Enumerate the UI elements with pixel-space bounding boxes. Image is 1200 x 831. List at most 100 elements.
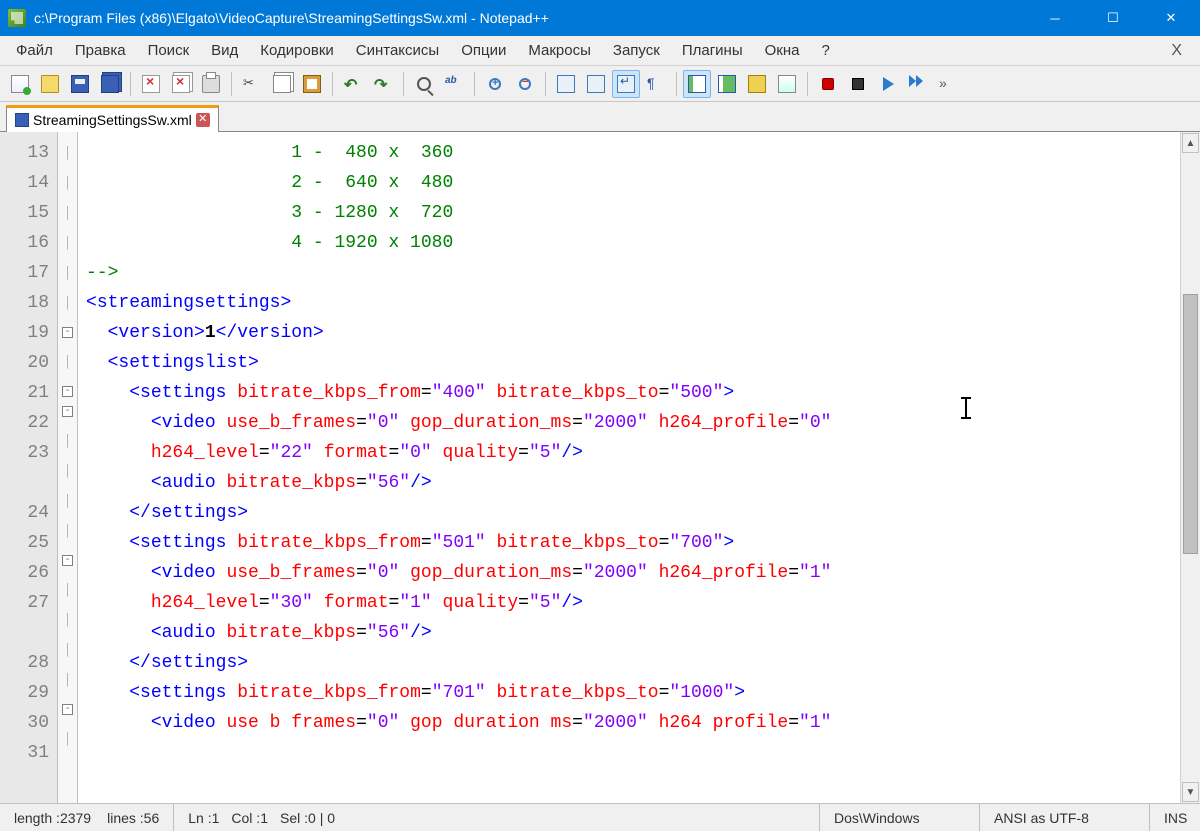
user-lang-button[interactable] <box>713 70 741 98</box>
save-all-button[interactable] <box>96 70 124 98</box>
sync-h-button[interactable] <box>582 70 610 98</box>
word-wrap-button[interactable] <box>612 70 640 98</box>
window-title: c:\Program Files (x86)\Elgato\VideoCaptu… <box>34 10 549 26</box>
code-line[interactable]: 3 - 1280 x 720 <box>86 198 1172 228</box>
code-line[interactable]: <version>1</version> <box>86 318 1172 348</box>
print-button[interactable] <box>197 70 225 98</box>
code-line[interactable]: </settings> <box>86 498 1172 528</box>
find-button[interactable] <box>410 70 438 98</box>
zoom-in-icon <box>489 78 501 90</box>
file-tab[interactable]: StreamingSettingsSw.xml ✕ <box>6 105 219 132</box>
minimize-button[interactable]: ─ <box>1026 0 1084 36</box>
record-macro-icon <box>822 78 834 90</box>
code-line[interactable]: <settings bitrate_kbps_from="400" bitrat… <box>86 378 1172 408</box>
run-macro-multi-button[interactable] <box>904 70 932 98</box>
close-file-button[interactable] <box>137 70 165 98</box>
menu-?[interactable]: ? <box>811 38 839 63</box>
doc-map-icon <box>778 75 796 93</box>
sync-v-icon <box>557 75 575 93</box>
toolbar-overflow-button[interactable]: » <box>934 70 962 98</box>
menu-поиск[interactable]: Поиск <box>138 38 200 63</box>
code-line[interactable]: <video use_b_frames="0" gop_duration_ms=… <box>86 558 1172 618</box>
sync-h-icon <box>587 75 605 93</box>
tab-label: StreamingSettingsSw.xml <box>33 112 192 128</box>
function-list-button[interactable] <box>743 70 771 98</box>
code-line[interactable]: --> <box>86 258 1172 288</box>
close-all-button[interactable] <box>167 70 195 98</box>
stop-macro-button[interactable] <box>844 70 872 98</box>
menu-вид[interactable]: Вид <box>201 38 248 63</box>
code-line[interactable]: <video use b frames="0" gop duration ms=… <box>86 708 1172 738</box>
window-controls: ─ ☐ ✕ <box>1026 0 1200 36</box>
play-macro-button[interactable] <box>874 70 902 98</box>
code-line[interactable]: <settings bitrate_kbps_from="501" bitrat… <box>86 528 1172 558</box>
copy-icon <box>273 75 291 93</box>
code-line[interactable]: 4 - 1920 x 1080 <box>86 228 1172 258</box>
redo-icon: ↷ <box>374 75 392 93</box>
status-position: Ln : 1 Col : 1 Sel : 0 | 0 <box>174 804 820 831</box>
new-file-button[interactable] <box>6 70 34 98</box>
close-window-button[interactable]: ✕ <box>1142 0 1200 36</box>
code-editor[interactable]: 1 - 480 x 360 2 - 640 x 480 3 - 1280 x 7… <box>78 132 1180 803</box>
code-line[interactable]: 1 - 480 x 360 <box>86 138 1172 168</box>
indent-guide-button[interactable] <box>683 70 711 98</box>
editor-area: 1314151617181920212223 24252627 28293031… <box>0 132 1200 803</box>
print-icon <box>202 75 220 93</box>
menu-опции[interactable]: Опции <box>451 38 516 63</box>
indent-guide-icon <box>688 75 706 93</box>
close-all-icon <box>172 75 190 93</box>
paste-button[interactable] <box>298 70 326 98</box>
code-line[interactable]: <audio bitrate_kbps="56"/> <box>86 618 1172 648</box>
sync-v-button[interactable] <box>552 70 580 98</box>
code-line[interactable]: <settings bitrate_kbps_from="701" bitrat… <box>86 678 1172 708</box>
menu-синтаксисы[interactable]: Синтаксисы <box>346 38 449 63</box>
vertical-scrollbar[interactable]: ▲ ▼ <box>1180 132 1200 803</box>
undo-button[interactable]: ↶ <box>339 70 367 98</box>
undo-icon: ↶ <box>344 75 362 93</box>
new-file-icon <box>11 75 29 93</box>
show-symbols-button[interactable]: ¶ <box>642 70 670 98</box>
status-encoding: ANSI as UTF-8 <box>980 804 1150 831</box>
copy-button[interactable] <box>268 70 296 98</box>
tab-bar: StreamingSettingsSw.xml ✕ <box>0 102 1200 132</box>
line-number-gutter: 1314151617181920212223 24252627 28293031 <box>0 132 58 803</box>
scroll-down-icon[interactable]: ▼ <box>1182 782 1199 802</box>
find-icon <box>417 77 431 91</box>
toolbar-overflow-icon: » <box>939 75 957 93</box>
redo-button[interactable]: ↷ <box>369 70 397 98</box>
fold-column[interactable]: ││││││-│--││││-││││-│ <box>58 132 78 803</box>
status-insert-mode[interactable]: INS <box>1150 804 1200 831</box>
menu-close-x[interactable]: X <box>1159 40 1194 62</box>
zoom-in-button[interactable] <box>481 70 509 98</box>
doc-map-button[interactable] <box>773 70 801 98</box>
code-line[interactable]: <video use_b_frames="0" gop_duration_ms=… <box>86 408 1172 468</box>
scroll-up-icon[interactable]: ▲ <box>1182 133 1199 153</box>
record-macro-button[interactable] <box>814 70 842 98</box>
code-line[interactable]: <audio bitrate_kbps="56"/> <box>86 468 1172 498</box>
menu-окна[interactable]: Окна <box>755 38 810 63</box>
user-lang-icon <box>718 75 736 93</box>
save-icon <box>15 113 29 127</box>
menu-правка[interactable]: Правка <box>65 38 136 63</box>
menu-файл[interactable]: Файл <box>6 38 63 63</box>
zoom-out-button[interactable] <box>511 70 539 98</box>
close-tab-icon[interactable]: ✕ <box>196 113 210 127</box>
code-line[interactable]: </settings> <box>86 648 1172 678</box>
close-file-icon <box>142 75 160 93</box>
code-line[interactable]: <settingslist> <box>86 348 1172 378</box>
menu-плагины[interactable]: Плагины <box>672 38 753 63</box>
code-line[interactable]: 2 - 640 x 480 <box>86 168 1172 198</box>
maximize-button[interactable]: ☐ <box>1084 0 1142 36</box>
code-line[interactable]: <streamingsettings> <box>86 288 1172 318</box>
open-file-button[interactable] <box>36 70 64 98</box>
cut-button[interactable]: ✂ <box>238 70 266 98</box>
menu-запуск[interactable]: Запуск <box>603 38 670 63</box>
menu-макросы[interactable]: Макросы <box>518 38 601 63</box>
app-icon <box>8 9 26 27</box>
save-file-button[interactable] <box>66 70 94 98</box>
menu-кодировки[interactable]: Кодировки <box>250 38 343 63</box>
scroll-thumb[interactable] <box>1183 294 1198 554</box>
replace-button[interactable]: ab <box>440 70 468 98</box>
titlebar: c:\Program Files (x86)\Elgato\VideoCaptu… <box>0 0 1200 36</box>
paste-icon <box>303 75 321 93</box>
